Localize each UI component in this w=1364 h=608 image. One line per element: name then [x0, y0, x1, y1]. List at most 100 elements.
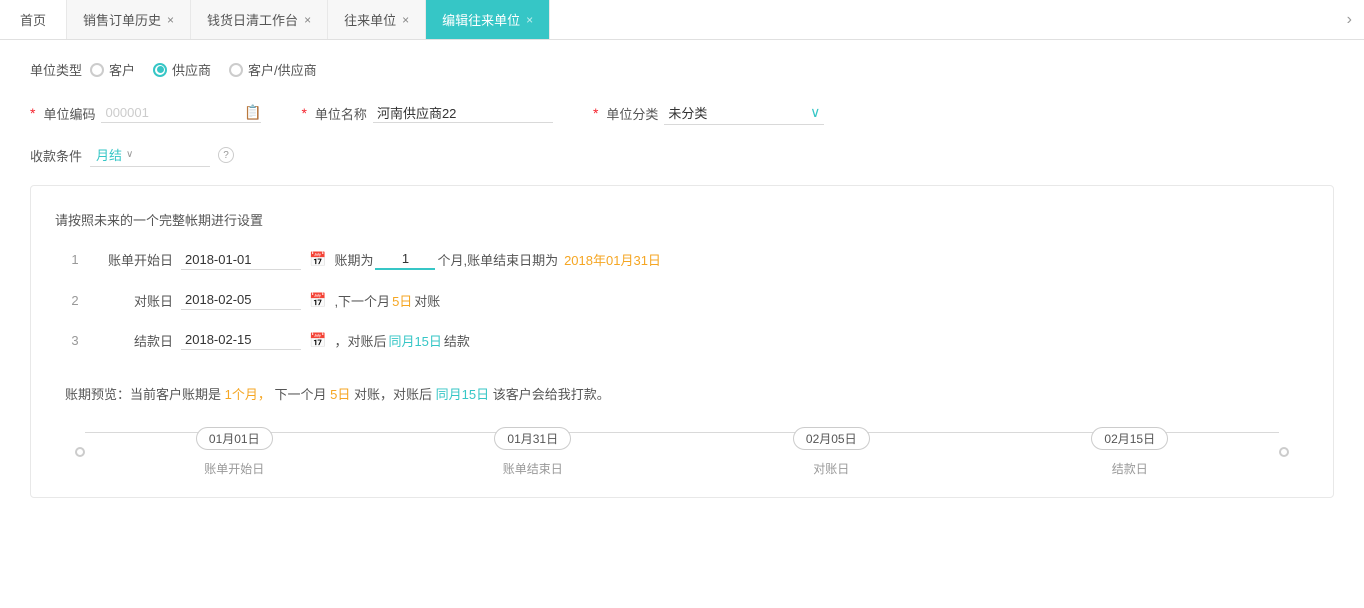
section-box: 请按照未来的一个完整帐期进行设置 1 账单开始日 📅 账期为 个月,账单结束日期…: [30, 185, 1334, 498]
timeline-dot-right: [1279, 447, 1289, 457]
collection-dropdown-arrow: ∨: [126, 149, 133, 160]
unit-info-row: * 单位编码 📋 * 单位名称 * 单位分类 未分类 ∨: [30, 101, 1334, 125]
tab-home[interactable]: 首页: [0, 0, 67, 39]
data-row-3: 3 结款日 📅 ，对账后 同月15日 结款: [55, 330, 1309, 350]
tab-sales-history-label: 销售订单历史: [83, 10, 161, 29]
radio-supplier[interactable]: 供应商: [153, 60, 211, 79]
row-1-desc-suffix: 个月,账单结束日期为: [437, 250, 558, 269]
timeline-node-3-inner: 02月05日 对账日: [793, 427, 870, 477]
data-row-1: 1 账单开始日 📅 账期为 个月,账单结束日期为 2018年01月31日: [55, 249, 1309, 270]
preview-part1: 1个月，: [225, 387, 271, 402]
collection-row: 收款条件 月结 ∨ ?: [30, 143, 1334, 167]
row-2-desc: ,下一个月 5日 对账: [334, 291, 440, 310]
preview-part2-suffix: 对账，对账后: [354, 387, 432, 402]
classify-dropdown-arrow: ∨: [810, 104, 820, 121]
unit-code-input[interactable]: [101, 103, 240, 122]
radio-customer[interactable]: 客户: [90, 60, 135, 79]
tab-cash-daily-label: 钱货日清工作台: [207, 10, 298, 29]
preview-part3-highlight: 同月15日: [436, 387, 489, 402]
preview-section: 账期预览：当前客户账期是 1个月， 下一个月 5日 对账，对账后 同月15日 该…: [55, 370, 1309, 477]
row-3-num: 3: [65, 333, 85, 348]
unit-code-label: 单位编码: [43, 104, 95, 123]
row-1-date[interactable]: [181, 250, 301, 270]
row-2-date[interactable]: [181, 290, 301, 310]
row-1-desc-prefix: 账期为: [334, 250, 373, 269]
row-2-desc-suffix: 对账: [414, 291, 440, 310]
collection-dropdown[interactable]: 月结 ∨: [90, 143, 210, 167]
help-icon[interactable]: ?: [218, 147, 234, 163]
row-1-calendar-icon[interactable]: 📅: [309, 251, 326, 268]
row-2-highlight: 5日: [392, 291, 412, 310]
timeline-label-2: 账单结束日: [503, 460, 563, 477]
tab-edit-counterpart[interactable]: 编辑往来单位 ×: [426, 0, 550, 39]
row-2-calendar-icon[interactable]: 📅: [309, 292, 326, 309]
unit-name-group: * 单位名称: [301, 103, 552, 123]
timeline-dot-left: [75, 447, 85, 457]
tab-counterpart[interactable]: 往来单位 ×: [328, 0, 426, 39]
unit-classify-dropdown[interactable]: 未分类 ∨: [664, 101, 824, 125]
collection-value: 月结: [96, 145, 122, 164]
unit-code-group: * 单位编码 📋: [30, 103, 261, 123]
tab-counterpart-close[interactable]: ×: [402, 13, 409, 27]
unit-classify-label: 单位分类: [606, 104, 658, 123]
tab-sales-history-close[interactable]: ×: [167, 13, 174, 27]
timeline-badge-2: 01月31日: [494, 427, 571, 450]
row-3-calendar-icon[interactable]: 📅: [309, 332, 326, 349]
main-content: 单位类型 客户 供应商 客户/供应商 * 单位编码 📋: [0, 40, 1364, 608]
collection-label: 收款条件: [30, 146, 82, 165]
row-2-label: 对账日: [93, 291, 173, 310]
timeline-node-3: 02月05日 对账日: [682, 427, 981, 477]
timeline-badge-1: 01月01日: [196, 427, 273, 450]
row-3-desc-suffix: 结款: [444, 331, 470, 350]
tab-sales-history[interactable]: 销售订单历史 ×: [67, 0, 191, 39]
timeline-node-1-inner: 01月01日 账单开始日: [196, 427, 273, 477]
tab-cash-daily[interactable]: 钱货日清工作台 ×: [191, 0, 328, 39]
tab-edit-counterpart-label: 编辑往来单位: [442, 10, 520, 29]
radio-customer-circle: [90, 63, 104, 77]
tab-home-label: 首页: [20, 10, 46, 29]
row-1-month-input[interactable]: [375, 249, 435, 270]
timeline-node-4: 02月15日 结款日: [981, 427, 1280, 477]
timeline-label-4: 结款日: [1112, 460, 1148, 477]
tab-counterpart-label: 往来单位: [344, 10, 396, 29]
data-row-2: 2 对账日 📅 ,下一个月 5日 对账: [55, 290, 1309, 310]
radio-both-circle: [229, 63, 243, 77]
preview-part2-prefix: 下一个月: [275, 387, 327, 402]
unit-classify-star: *: [593, 105, 598, 121]
unit-code-calendar-icon[interactable]: 📋: [244, 104, 261, 121]
timeline-node-1: 01月01日 账单开始日: [85, 427, 384, 477]
unit-type-radio-group: 客户 供应商 客户/供应商: [90, 60, 317, 79]
row-3-desc-prefix: ，对账后: [334, 331, 386, 350]
row-3-highlight: 同月15日: [388, 331, 441, 350]
unit-code-field: 📋: [101, 103, 261, 123]
unit-type-label: 单位类型: [30, 60, 82, 79]
row-2-desc-prefix: ,下一个月: [334, 291, 390, 310]
tab-bar: 首页 销售订单历史 × 钱货日清工作台 × 往来单位 × 编辑往来单位 × ›: [0, 0, 1364, 40]
timeline-badge-3: 02月05日: [793, 427, 870, 450]
tab-edit-counterpart-close[interactable]: ×: [526, 13, 533, 27]
timeline-badge-4: 02月15日: [1091, 427, 1168, 450]
timeline-label-1: 账单开始日: [204, 460, 264, 477]
row-2-num: 2: [65, 293, 85, 308]
preview-prefix: 账期预览：当前客户账期是: [65, 387, 221, 402]
row-3-desc: ，对账后 同月15日 结款: [334, 331, 470, 350]
radio-supplier-circle: [153, 63, 167, 77]
row-1-num: 1: [65, 252, 85, 267]
row-3-date[interactable]: [181, 330, 301, 350]
tab-scroll-arrow[interactable]: ›: [1335, 0, 1364, 39]
section-title: 请按照未来的一个完整帐期进行设置: [55, 210, 1309, 229]
row-1-highlight: 2018年01月31日: [564, 250, 661, 269]
timeline-label-3: 对账日: [813, 460, 849, 477]
radio-customer-label: 客户: [109, 60, 135, 79]
preview-part3-suffix: 该客户会给我打款。: [493, 387, 610, 402]
radio-both[interactable]: 客户/供应商: [229, 60, 317, 79]
unit-code-star: *: [30, 105, 35, 121]
row-1-label: 账单开始日: [93, 250, 173, 269]
radio-both-label: 客户/供应商: [248, 60, 317, 79]
unit-name-input[interactable]: [373, 103, 553, 123]
timeline: 01月01日 账单开始日 01月31日 账单结束日 02月0: [65, 427, 1299, 477]
tab-cash-daily-close[interactable]: ×: [304, 13, 311, 27]
unit-name-star: *: [301, 105, 306, 121]
timeline-node-2-inner: 01月31日 账单结束日: [494, 427, 571, 477]
preview-part2-highlight: 5日: [330, 387, 350, 402]
